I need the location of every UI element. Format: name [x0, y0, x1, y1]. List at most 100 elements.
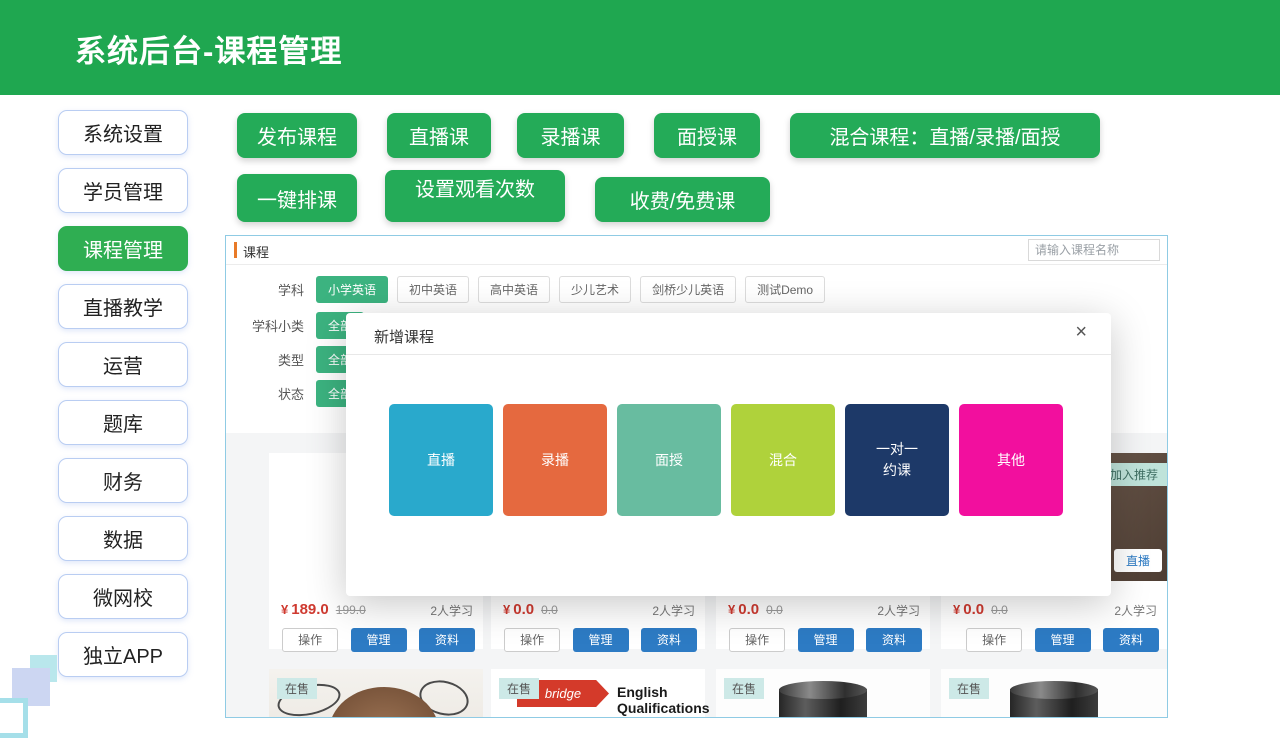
mixed-course-button[interactable]: 混合课程：直播/录播/面授 — [790, 113, 1100, 158]
sidebar-item-data[interactable]: 数据 — [58, 516, 188, 561]
material-button[interactable]: 资料 — [419, 628, 475, 652]
action-buttons: 操作 管理 资料 — [496, 628, 697, 652]
material-button[interactable]: 资料 — [641, 628, 697, 652]
student-count: 2人学习 — [652, 602, 695, 619]
filter-tag-active[interactable]: 小学英语 — [316, 276, 388, 303]
course-type-recorded[interactable]: 录播 — [503, 404, 607, 516]
recorded-course-button[interactable]: 录播课 — [517, 113, 624, 158]
panel-accent-bar — [234, 242, 237, 258]
on-sale-badge: 在售 — [277, 678, 317, 699]
modal-divider — [346, 354, 1111, 355]
currency-symbol: ¥ — [728, 602, 735, 617]
modal-title: 新增课程 — [374, 326, 434, 347]
filter-tag[interactable]: 初中英语 — [397, 276, 469, 303]
course-type-live[interactable]: 直播 — [389, 404, 493, 516]
sidebar-item-course-management[interactable]: 课程管理 — [58, 226, 188, 271]
page-title: 系统后台-课程管理 — [75, 26, 342, 71]
type-label: 其他 — [997, 450, 1025, 471]
currency-symbol: ¥ — [503, 602, 510, 617]
operate-button[interactable]: 操作 — [282, 628, 338, 652]
type-label: 直播 — [427, 450, 455, 471]
student-count: 2人学习 — [430, 602, 473, 619]
price-row: ¥0.0 0.0 2人学习 — [953, 601, 1157, 621]
sidebar-item-student-management[interactable]: 学员管理 — [58, 168, 188, 213]
action-buttons: 操作 管理 资料 — [274, 628, 475, 652]
type-label: 录播 — [541, 450, 569, 471]
manage-button[interactable]: 管理 — [573, 628, 629, 652]
course-management-panel: 课程 学科 小学英语 初中英语 高中英语 少儿艺术 剑桥少儿英语 测试Demo … — [225, 235, 1168, 718]
action-buttons: 操作 管理 资料 — [958, 628, 1159, 652]
operate-button[interactable]: 操作 — [729, 628, 785, 652]
panel-header: 课程 — [226, 236, 1167, 265]
offline-course-button[interactable]: 面授课 — [654, 113, 760, 158]
app-header: 系统后台-课程管理 — [0, 0, 1280, 95]
on-sale-badge: 在售 — [499, 678, 539, 699]
currency-symbol: ¥ — [281, 602, 288, 617]
sidebar-item-micro-school[interactable]: 微网校 — [58, 574, 188, 619]
close-icon[interactable]: × — [1075, 322, 1087, 342]
live-course-button[interactable]: 直播课 — [387, 113, 491, 158]
course-card: bridge English Qualifications 在售 — [491, 669, 705, 718]
sidebar-item-live-teaching[interactable]: 直播教学 — [58, 284, 188, 329]
filter-tag[interactable]: 剑桥少儿英语 — [640, 276, 736, 303]
course-price: 0.0 — [738, 601, 759, 618]
operate-button[interactable]: 操作 — [504, 628, 560, 652]
course-price: 0.0 — [513, 601, 534, 618]
action-buttons: 操作 管理 资料 — [721, 628, 922, 652]
live-badge: 直播 — [1114, 549, 1162, 572]
one-click-schedule-button[interactable]: 一键排课 — [237, 174, 357, 222]
student-count: 2人学习 — [1114, 602, 1157, 619]
course-price: 189.0 — [291, 601, 329, 618]
type-label: 面授 — [655, 450, 683, 471]
course-type-options: 直播 录播 面授 混合 一对一 约课 其他 — [389, 404, 1063, 516]
original-price: 0.0 — [541, 603, 558, 617]
publish-course-button[interactable]: 发布课程 — [237, 113, 357, 158]
original-price: 0.0 — [991, 603, 1008, 617]
sidebar-item-standalone-app[interactable]: 独立APP — [58, 632, 188, 677]
sidebar: 系统设置 学员管理 课程管理 直播教学 运营 题库 财务 数据 微网校 独立AP… — [58, 110, 188, 690]
sidebar-item-finance[interactable]: 财务 — [58, 458, 188, 503]
manage-button[interactable]: 管理 — [1035, 628, 1091, 652]
course-type-offline[interactable]: 面授 — [617, 404, 721, 516]
course-type-mixed[interactable]: 混合 — [731, 404, 835, 516]
course-card: 在售 — [716, 669, 930, 718]
filter-label: 类型 — [226, 350, 304, 369]
course-type-one-on-one[interactable]: 一对一 约课 — [845, 404, 949, 516]
manage-button[interactable]: 管理 — [798, 628, 854, 652]
material-button[interactable]: 资料 — [1103, 628, 1159, 652]
course-card: 在售 — [941, 669, 1167, 718]
original-price: 0.0 — [766, 603, 783, 617]
sidebar-item-question-bank[interactable]: 题库 — [58, 400, 188, 445]
filter-label: 学科 — [226, 280, 304, 299]
paid-free-course-button[interactable]: 收费/免费课 — [595, 177, 770, 222]
filter-tag[interactable]: 少儿艺术 — [559, 276, 631, 303]
product-graphic — [779, 681, 867, 699]
view-count-settings-button[interactable]: 设置观看次数 — [385, 170, 565, 222]
panel-title: 课程 — [243, 242, 269, 261]
on-sale-badge: 在售 — [949, 678, 989, 699]
course-price: 0.0 — [963, 601, 984, 618]
operate-button[interactable]: 操作 — [966, 628, 1022, 652]
filter-tag[interactable]: 测试Demo — [745, 276, 825, 303]
material-button[interactable]: 资料 — [866, 628, 922, 652]
filter-label: 学科小类 — [226, 316, 304, 335]
course-search-input[interactable] — [1028, 239, 1160, 261]
type-label: 混合 — [769, 450, 797, 471]
filter-tag[interactable]: 高中英语 — [478, 276, 550, 303]
price-row: ¥0.0 0.0 2人学习 — [728, 601, 920, 621]
sidebar-item-system-settings[interactable]: 系统设置 — [58, 110, 188, 155]
course-card: 在售 — [269, 669, 483, 718]
filter-label: 状态 — [226, 384, 304, 403]
original-price: 199.0 — [336, 603, 366, 617]
course-type-other[interactable]: 其他 — [959, 404, 1063, 516]
currency-symbol: ¥ — [953, 602, 960, 617]
type-label: 约课 — [883, 460, 911, 481]
manage-button[interactable]: 管理 — [351, 628, 407, 652]
cambridge-title: English Qualifications — [617, 684, 710, 716]
on-sale-badge: 在售 — [724, 678, 764, 699]
student-count: 2人学习 — [877, 602, 920, 619]
sidebar-item-operations[interactable]: 运营 — [58, 342, 188, 387]
add-course-modal: 新增课程 × 直播 录播 面授 混合 一对一 约课 — [346, 313, 1111, 596]
type-label: 一对一 — [876, 439, 918, 460]
decor-square-corner — [0, 698, 28, 738]
